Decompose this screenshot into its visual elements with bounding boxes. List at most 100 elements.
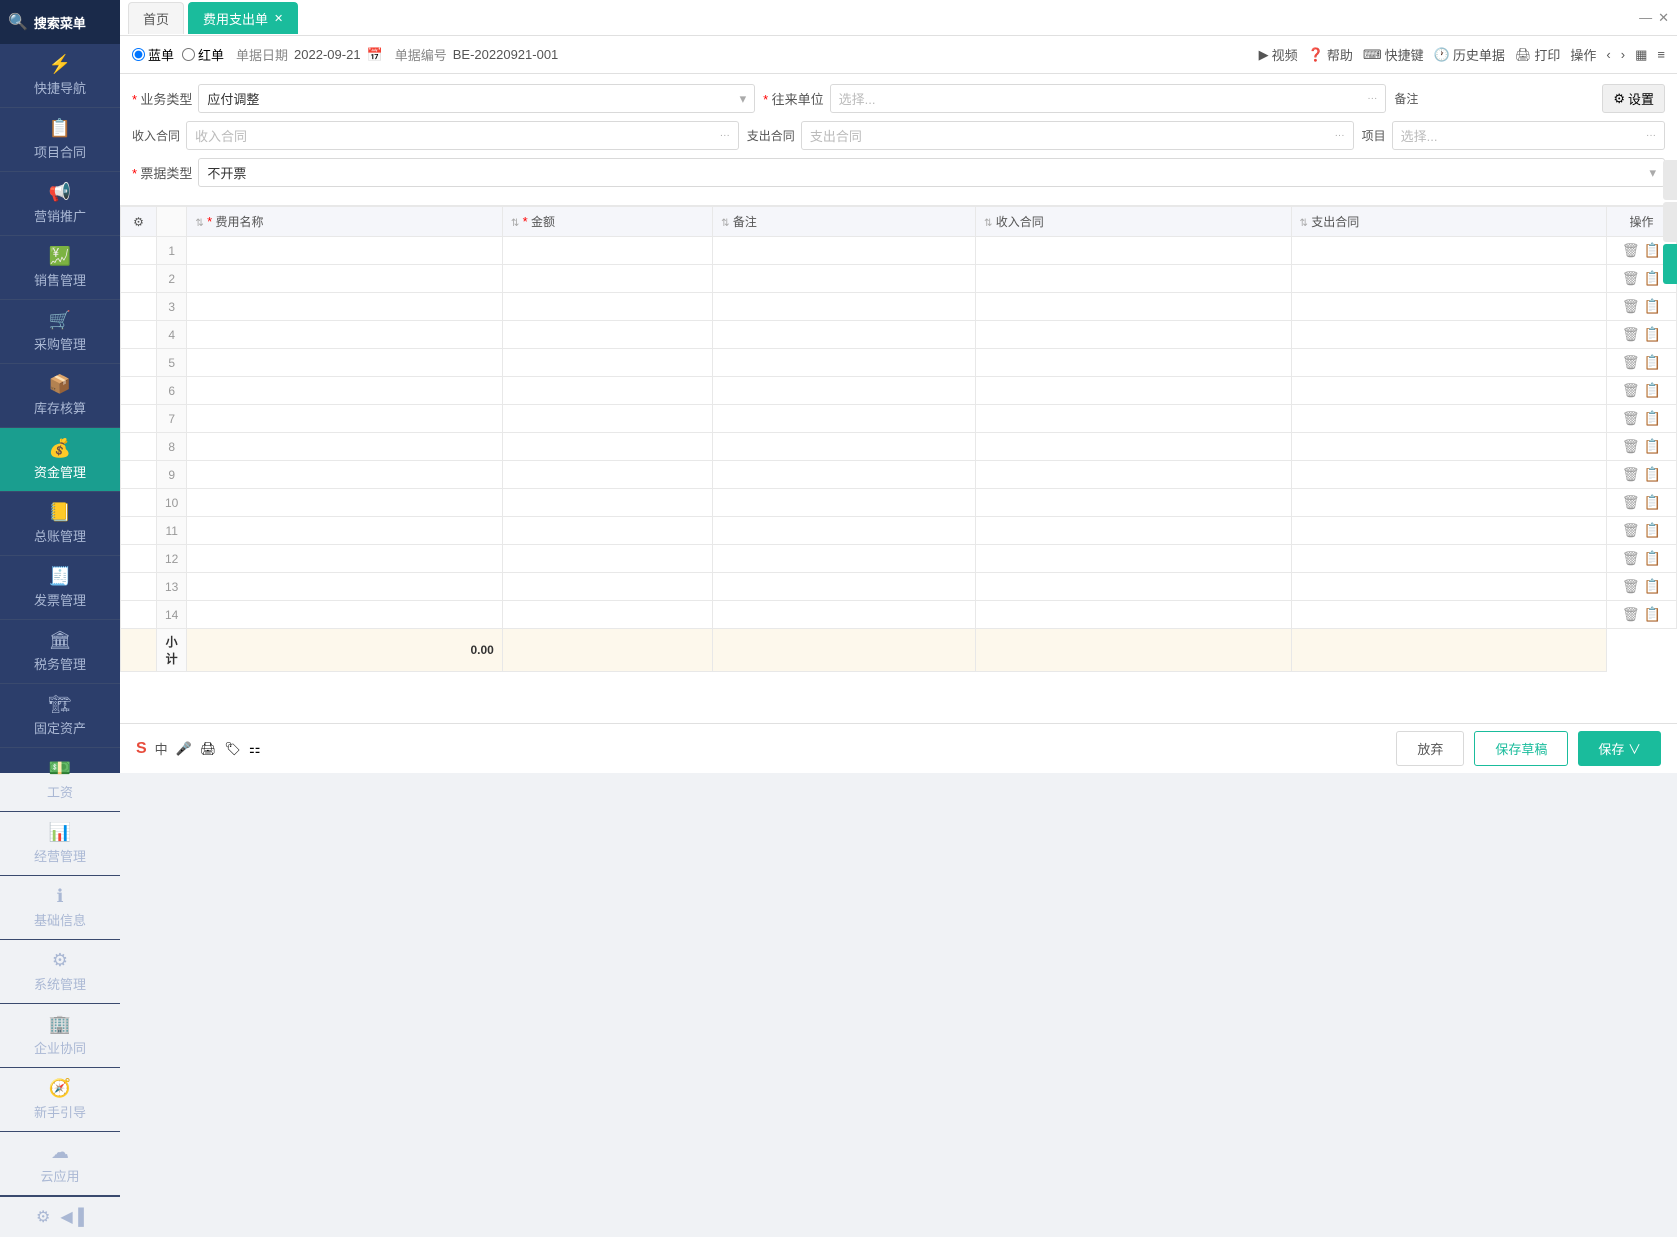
col-income-contract[interactable]: ⇅ 收入合同 (976, 207, 1291, 237)
row-amount-10[interactable] (502, 489, 712, 517)
row-delete-11[interactable]: 🗑 (1622, 522, 1640, 539)
row-expense-12[interactable] (1291, 545, 1607, 573)
radio-red-input[interactable] (182, 48, 195, 61)
row-income-10[interactable] (976, 489, 1291, 517)
row-amount-8[interactable] (502, 433, 712, 461)
row-name-2[interactable] (187, 265, 502, 293)
row-amount-14[interactable] (502, 601, 712, 629)
sidebar-item-quick-nav[interactable]: ⚡ 快捷导航 (0, 44, 120, 108)
row-income-11[interactable] (976, 517, 1291, 545)
row-expense-2[interactable] (1291, 265, 1607, 293)
row-amount-4[interactable] (502, 321, 712, 349)
row-name-7[interactable] (187, 405, 502, 433)
print2-icon[interactable]: 🖨 (200, 741, 217, 757)
row-note-12[interactable] (713, 545, 976, 573)
sidebar-item-tax[interactable]: 🏛 税务管理 (0, 620, 120, 684)
row-income-4[interactable] (976, 321, 1291, 349)
sidebar-item-finance[interactable]: 💰 资金管理 (0, 428, 120, 492)
row-income-7[interactable] (976, 405, 1291, 433)
sidebar-item-purchase[interactable]: 🛒 采购管理 (0, 300, 120, 364)
row-copy-8[interactable]: 📋 (1644, 438, 1661, 455)
settings-button[interactable]: ⚙ 设置 (1602, 84, 1665, 113)
row-note-11[interactable] (713, 517, 976, 545)
col-name[interactable]: ⇅ * 费用名称 (187, 207, 502, 237)
radio-red[interactable]: 红单 (182, 45, 224, 64)
row-delete-4[interactable]: 🗑 (1622, 326, 1640, 343)
row-note-3[interactable] (713, 293, 976, 321)
row-copy-9[interactable]: 📋 (1644, 466, 1661, 483)
row-copy-10[interactable]: 📋 (1644, 494, 1661, 511)
row-copy-6[interactable]: 📋 (1644, 382, 1661, 399)
calendar-icon[interactable]: 📅 (367, 47, 383, 63)
business-type-input[interactable]: 应付调整 ▾ (198, 84, 755, 113)
shortcut-btn[interactable]: ⌨ 快捷键 (1363, 45, 1424, 64)
row-name-14[interactable] (187, 601, 502, 629)
row-delete-6[interactable]: 🗑 (1622, 382, 1640, 399)
grid-view-btn[interactable]: ▦ (1635, 47, 1647, 63)
list-view-btn[interactable]: ≡ (1657, 47, 1665, 62)
action-btn[interactable]: 操作 (1570, 45, 1596, 64)
tab-expense[interactable]: 费用支出单 ✕ (188, 2, 298, 34)
row-note-4[interactable] (713, 321, 976, 349)
history-btn[interactable]: 🕐 历史单据 (1434, 45, 1505, 64)
row-name-13[interactable] (187, 573, 502, 601)
sidebar-item-basic-info[interactable]: ℹ 基础信息 (0, 876, 120, 940)
row-income-8[interactable] (976, 433, 1291, 461)
row-expense-4[interactable] (1291, 321, 1607, 349)
row-copy-11[interactable]: 📋 (1644, 522, 1661, 539)
row-income-1[interactable] (976, 237, 1291, 265)
row-income-5[interactable] (976, 349, 1291, 377)
row-income-2[interactable] (976, 265, 1291, 293)
sidebar-item-inventory[interactable]: 📦 库存核算 (0, 364, 120, 428)
row-income-14[interactable] (976, 601, 1291, 629)
row-copy-7[interactable]: 📋 (1644, 410, 1661, 427)
row-amount-1[interactable] (502, 237, 712, 265)
sidebar-item-invoice[interactable]: 🧾 发票管理 (0, 556, 120, 620)
sidebar-item-corp[interactable]: 🏢 企业协同 (0, 1004, 120, 1068)
edge-tab-green[interactable] (1663, 244, 1677, 284)
row-note-1[interactable] (713, 237, 976, 265)
row-delete-10[interactable]: 🗑 (1622, 494, 1640, 511)
row-expense-3[interactable] (1291, 293, 1607, 321)
sidebar-header[interactable]: 🔍 搜索菜单 (0, 0, 120, 44)
edge-tab-2[interactable] (1663, 202, 1677, 242)
row-name-1[interactable] (187, 237, 502, 265)
row-delete-5[interactable]: 🗑 (1622, 354, 1640, 371)
row-name-11[interactable] (187, 517, 502, 545)
nav-prev[interactable]: ‹ (1606, 47, 1610, 62)
col-expense-contract[interactable]: ⇅ 支出合同 (1291, 207, 1607, 237)
radio-blue[interactable]: 蓝单 (132, 45, 174, 64)
row-name-12[interactable] (187, 545, 502, 573)
row-expense-9[interactable] (1291, 461, 1607, 489)
row-delete-13[interactable]: 🗑 (1622, 578, 1640, 595)
row-amount-6[interactable] (502, 377, 712, 405)
edge-tab-1[interactable] (1663, 160, 1677, 200)
row-income-13[interactable] (976, 573, 1291, 601)
row-amount-5[interactable] (502, 349, 712, 377)
tab-expense-close[interactable]: ✕ (274, 12, 283, 25)
row-note-2[interactable] (713, 265, 976, 293)
row-note-14[interactable] (713, 601, 976, 629)
row-expense-13[interactable] (1291, 573, 1607, 601)
row-expense-11[interactable] (1291, 517, 1607, 545)
sidebar-item-fixed-assets[interactable]: 🏗 固定资产 (0, 684, 120, 748)
target-icon[interactable]: 🏷 (224, 741, 241, 757)
volume-icon[interactable]: ◀▐ (60, 1207, 84, 1227)
row-note-7[interactable] (713, 405, 976, 433)
row-amount-13[interactable] (502, 573, 712, 601)
col-note[interactable]: ⇅ 备注 (713, 207, 976, 237)
col-gear[interactable]: ⚙ (121, 207, 157, 237)
row-expense-1[interactable] (1291, 237, 1607, 265)
project-input[interactable]: 选择... ··· (1392, 121, 1665, 150)
row-copy-2[interactable]: 📋 (1644, 270, 1661, 287)
nav-next[interactable]: › (1621, 47, 1625, 62)
tab-home[interactable]: 首页 (128, 2, 184, 34)
row-note-10[interactable] (713, 489, 976, 517)
row-note-9[interactable] (713, 461, 976, 489)
sidebar-item-ops[interactable]: 📊 经营管理 (0, 812, 120, 876)
row-amount-7[interactable] (502, 405, 712, 433)
row-delete-9[interactable]: 🗑 (1622, 466, 1640, 483)
row-income-9[interactable] (976, 461, 1291, 489)
income-contract-input[interactable]: 收入合同 ··· (186, 121, 739, 150)
draft-button[interactable]: 保存草稿 (1474, 731, 1568, 766)
